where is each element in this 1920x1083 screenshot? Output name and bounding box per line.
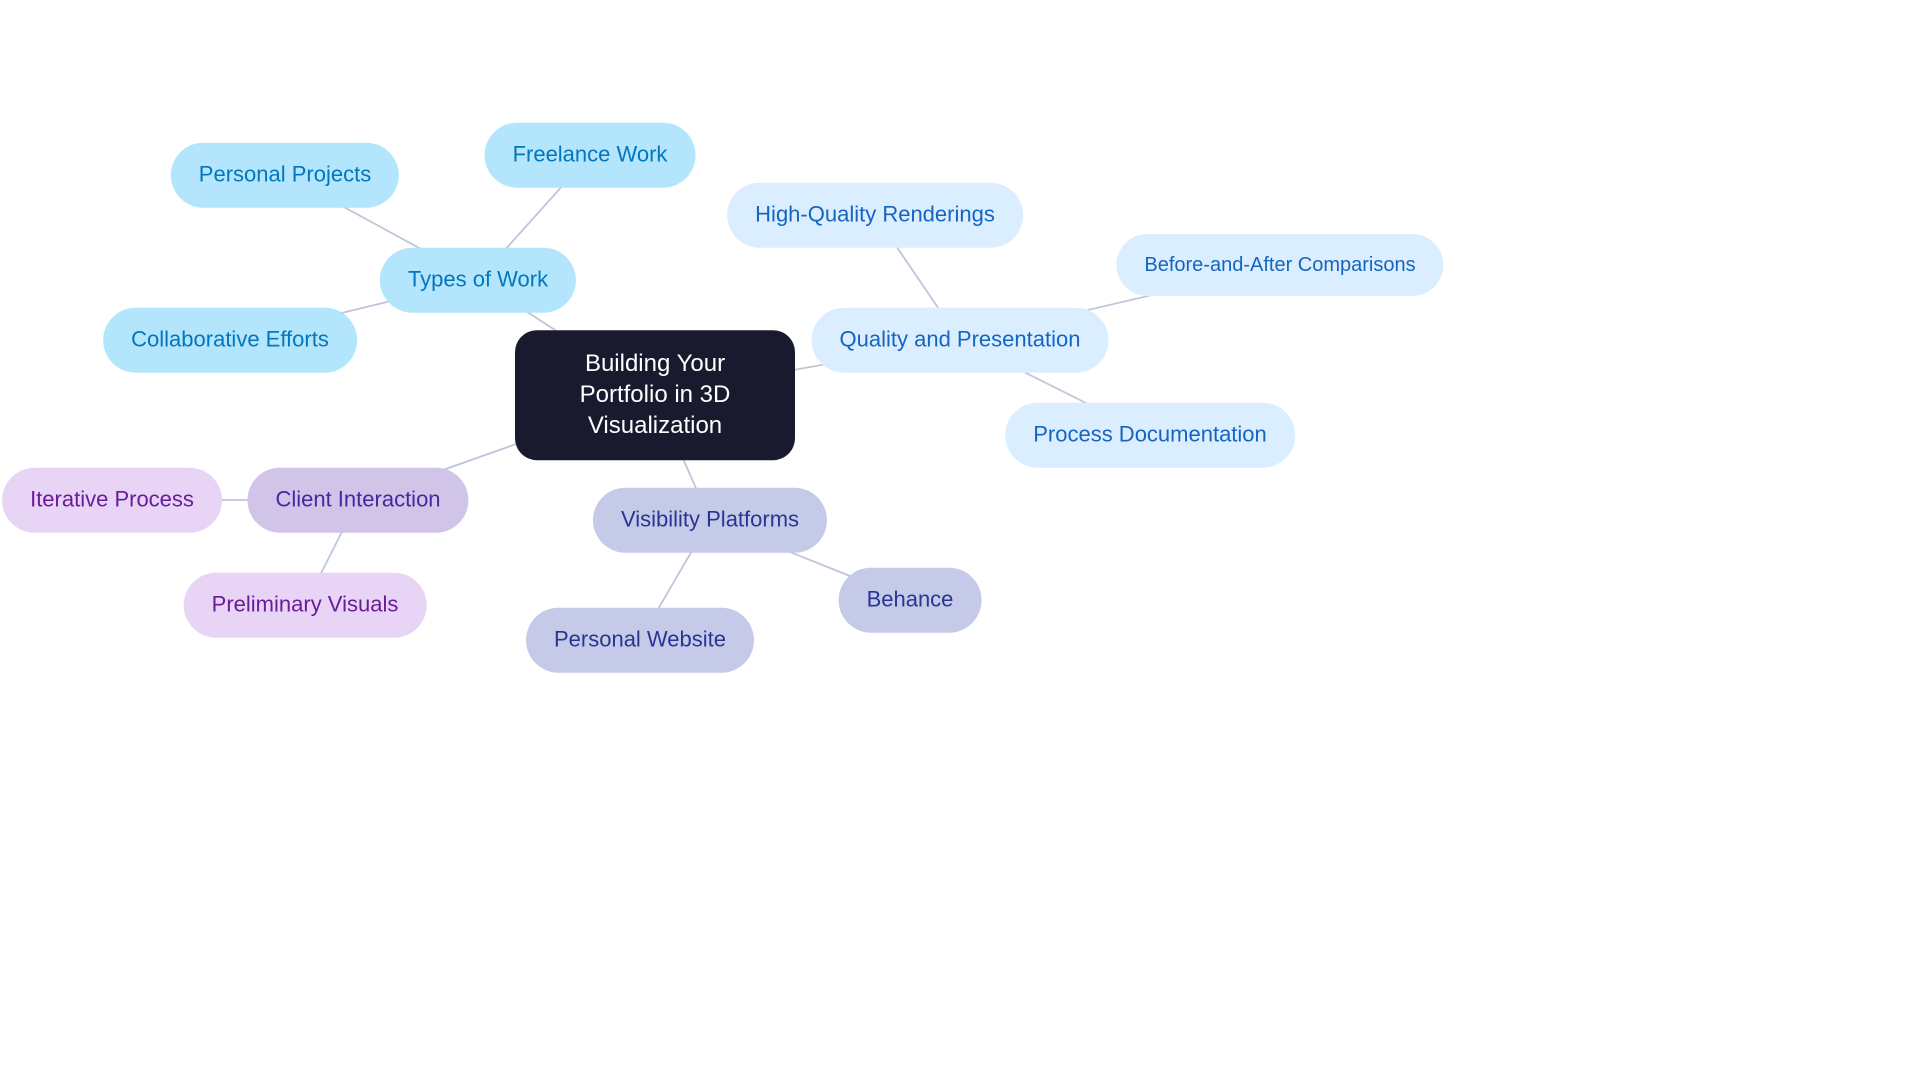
node-high-quality-renderings: High-Quality Renderings — [727, 183, 1023, 248]
node-iterative-process: Iterative Process — [2, 468, 222, 533]
node-personal-projects: Personal Projects — [171, 143, 399, 208]
node-collaborative-efforts: Collaborative Efforts — [103, 308, 357, 373]
node-center: Building Your Portfolio in 3D Visualizat… — [515, 330, 795, 460]
node-preliminary-visuals: Preliminary Visuals — [184, 573, 427, 638]
node-visibility-platforms: Visibility Platforms — [593, 488, 827, 553]
node-client-interaction: Client Interaction — [247, 468, 468, 533]
node-behance: Behance — [839, 568, 982, 633]
node-before-and-after: Before-and-After Comparisons — [1116, 234, 1443, 296]
node-personal-website: Personal Website — [526, 608, 754, 673]
node-quality-and-presentation: Quality and Presentation — [812, 308, 1109, 373]
node-freelance-work: Freelance Work — [485, 123, 696, 188]
mindmap-container: Building Your Portfolio in 3D Visualizat… — [0, 0, 1920, 1083]
node-types-of-work: Types of Work — [380, 248, 576, 313]
node-process-documentation: Process Documentation — [1005, 403, 1295, 468]
